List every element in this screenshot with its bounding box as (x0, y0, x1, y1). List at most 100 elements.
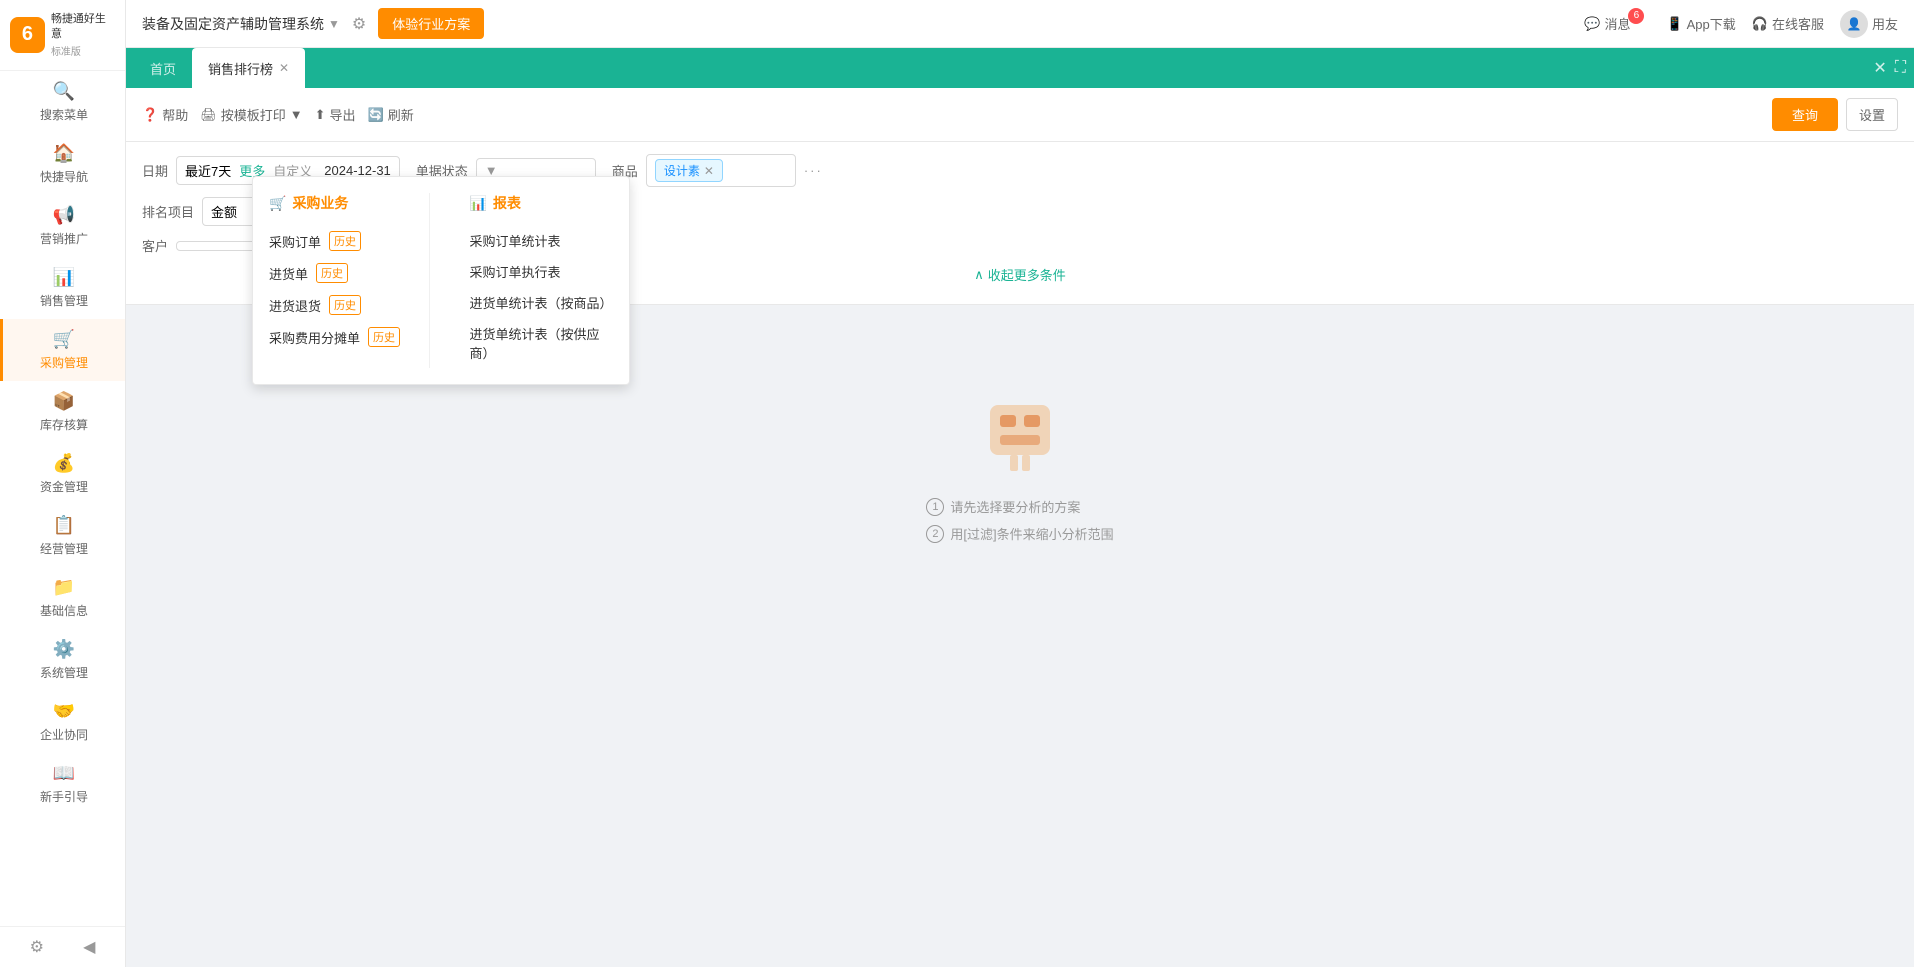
sidebar-label-nav: 快捷导航 (40, 168, 88, 185)
tab-home-label: 首页 (150, 59, 176, 78)
sidebar-logo: 6 畅捷通好生意 标准版 (0, 0, 125, 71)
report-item-purchase-order-exec[interactable]: 采购订单执行表 (470, 256, 614, 287)
collapse-sidebar-icon[interactable]: ◀ (83, 937, 95, 957)
sidebar-item-marketing[interactable]: 📢 营销推广 (0, 195, 125, 257)
logo-badge: 标准版 (51, 43, 115, 58)
help-btn[interactable]: ❓ 帮助 (142, 105, 188, 124)
system-title-dropdown[interactable]: 装备及固定资产辅助管理系统 ▼ (142, 14, 340, 34)
goods-receipt-history-badge: 历史 (316, 263, 348, 283)
goods-return-label: 进货退货 (269, 296, 321, 315)
refresh-icon: 🔄 (368, 107, 384, 123)
system-icon: ⚙️ (53, 639, 75, 660)
empty-step-2: 2 用[过滤]条件来缩小分析范围 (926, 524, 1113, 543)
user-menu[interactable]: 👤 用友 (1840, 10, 1898, 38)
purchase-section-title: 🛒 采购业务 (269, 193, 413, 213)
report-title-text: 报表 (493, 193, 521, 213)
date-label: 日期 (142, 161, 168, 180)
settings-footer-icon[interactable]: ⚙ (30, 937, 44, 957)
report-section-title: 📊 报表 (470, 193, 614, 213)
refresh-label: 刷新 (388, 105, 414, 124)
sidebar-item-search[interactable]: 🔍 搜索菜单 (0, 71, 125, 133)
sidebar-item-operations[interactable]: 📋 经营管理 (0, 505, 125, 567)
sidebar-label-search: 搜索菜单 (40, 106, 88, 123)
collapse-filter-btn[interactable]: ∧ 收起更多条件 (974, 265, 1066, 284)
print-arrow-icon: ▼ (290, 107, 303, 122)
empty-illustration (960, 385, 1080, 485)
settings-button[interactable]: 设置 (1846, 98, 1898, 131)
export-label: 导出 (330, 105, 356, 124)
tab-bar: 首页 销售排行榜 ✕ ✕ ⛶ (126, 48, 1914, 88)
industry-btn[interactable]: 体验行业方案 (378, 8, 484, 39)
refresh-btn[interactable]: 🔄 刷新 (368, 105, 414, 124)
report-item-goods-receipt-by-supplier[interactable]: 进货单统计表（按供应商） (470, 318, 614, 368)
sidebar-item-system[interactable]: ⚙️ 系统管理 (0, 629, 125, 691)
export-btn[interactable]: ⬆ 导出 (315, 105, 356, 124)
sidebar-item-guide[interactable]: 📖 新手引导 (0, 753, 125, 815)
empty-hint-1: 请先选择要分析的方案 (950, 497, 1080, 516)
tab-close-window-icon[interactable]: ✕ (1873, 58, 1886, 78)
report-item-goods-receipt-by-product[interactable]: 进货单统计表（按商品） (470, 287, 614, 318)
online-service-btn[interactable]: 🎧 在线客服 (1752, 14, 1824, 33)
sidebar-item-inventory[interactable]: 📦 库存核算 (0, 381, 125, 443)
menu-item-purchase-expense[interactable]: 采购费用分摊单 历史 (269, 321, 413, 353)
purchase-expense-label: 采购费用分摊单 (269, 328, 360, 347)
sidebar-item-cooperation[interactable]: 🤝 企业协同 (0, 691, 125, 753)
sidebar-label-sales: 销售管理 (40, 292, 88, 309)
home-icon: 🏠 (53, 143, 75, 164)
search-button[interactable]: 查询 (1772, 98, 1838, 131)
guide-icon: 📖 (53, 763, 75, 784)
sidebar-item-sales[interactable]: 📊 销售管理 (0, 257, 125, 319)
cooperation-icon: 🤝 (53, 701, 75, 722)
marketing-icon: 📢 (53, 205, 75, 226)
rank-item-value: 金额 (211, 202, 237, 221)
tab-sales-rank[interactable]: 销售排行榜 ✕ (192, 48, 305, 88)
menu-item-goods-receipt[interactable]: 进货单 历史 (269, 257, 413, 289)
menu-item-goods-return[interactable]: 进货退货 历史 (269, 289, 413, 321)
user-avatar: 👤 (1840, 10, 1868, 38)
topbar-settings-icon[interactable]: ⚙ (352, 14, 366, 34)
report-item-purchase-order-stat[interactable]: 采购订单统计表 (470, 225, 614, 256)
tab-maximize-icon[interactable]: ⛶ (1895, 59, 1906, 77)
goods-filter: 商品 设计素 ✕ ··· (612, 154, 823, 187)
sidebar-label-purchase: 采购管理 (40, 354, 88, 371)
tab-home[interactable]: 首页 (134, 48, 192, 88)
goods-tag-close-icon[interactable]: ✕ (704, 164, 714, 178)
message-label: 消息 (1604, 14, 1630, 33)
finance-icon: 💰 (53, 453, 75, 474)
menu-item-purchase-order[interactable]: 采购订单 历史 (269, 225, 413, 257)
sidebar: 6 畅捷通好生意 标准版 🔍 搜索菜单 🏠 快捷导航 📢 营销推广 📊 (0, 0, 126, 967)
empty-svg (960, 385, 1080, 485)
message-badge: 6 (1628, 8, 1644, 24)
sidebar-item-nav[interactable]: 🏠 快捷导航 (0, 133, 125, 195)
print-label: 按模板打印 (221, 105, 286, 124)
print-icon: 🖨 (200, 107, 217, 123)
search-menu-icon: 🔍 (53, 81, 75, 102)
online-service-label: 在线客服 (1772, 14, 1824, 33)
sidebar-label-system: 系统管理 (40, 664, 88, 681)
sidebar-label-operations: 经营管理 (40, 540, 88, 557)
sidebar-label-guide: 新手引导 (40, 788, 88, 805)
message-btn[interactable]: 💬 消息 6 (1584, 14, 1650, 33)
print-btn[interactable]: 🖨 按模板打印 ▼ (200, 105, 302, 124)
logo-icon: 6 (10, 17, 45, 53)
sidebar-item-basic-info[interactable]: 📁 基础信息 (0, 567, 125, 629)
step-1-num: 1 (926, 498, 944, 516)
customer-label: 客户 (142, 236, 168, 255)
purchase-section: 🛒 采购业务 采购订单 历史 进货单 历史 进货退货 历史 (269, 193, 430, 368)
sidebar-item-purchase[interactable]: 🛒 采购管理 (0, 319, 125, 381)
system-title-arrow-icon: ▼ (328, 17, 340, 31)
app-download-btn[interactable]: 📱 App下载 (1666, 14, 1735, 33)
sidebar-item-finance[interactable]: 💰 资金管理 (0, 443, 125, 505)
content-toolbar: ❓ 帮助 🖨 按模板打印 ▼ ⬆ 导出 🔄 刷新 查询 (126, 88, 1914, 142)
empty-step-1: 1 请先选择要分析的方案 (926, 497, 1113, 516)
goods-filter-dots[interactable]: ··· (804, 163, 823, 178)
tab-close-icon[interactable]: ✕ (279, 61, 289, 75)
user-label: 用友 (1872, 14, 1898, 33)
logo-text: 畅捷通好生意 (51, 12, 115, 43)
empty-hints: 1 请先选择要分析的方案 2 用[过滤]条件来缩小分析范围 (926, 497, 1113, 543)
report-section: 📊 报表 采购订单统计表 采购订单执行表 进货单统计表（按商品） 进货单统计表（… (454, 193, 614, 368)
goods-control[interactable]: 设计素 ✕ (646, 154, 796, 187)
sidebar-label-finance: 资金管理 (40, 478, 88, 495)
sidebar-label-cooperation: 企业协同 (40, 726, 88, 743)
phone-icon: 📱 (1666, 16, 1682, 32)
